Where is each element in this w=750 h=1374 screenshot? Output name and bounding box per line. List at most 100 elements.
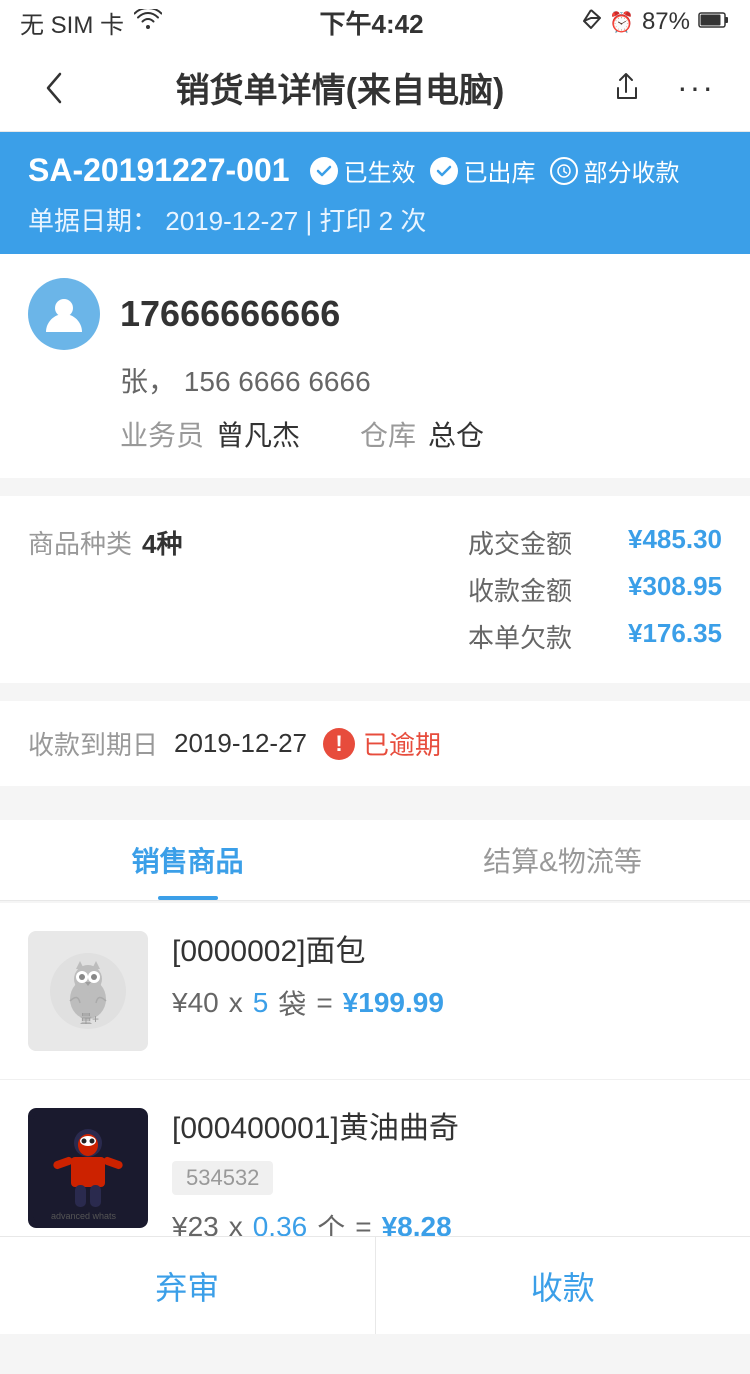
svg-text:advanced whats: advanced whats bbox=[51, 1211, 117, 1221]
deal-amount-label: 成交金额 bbox=[468, 524, 572, 561]
deal-amount-value: ¥485.30 bbox=[592, 524, 722, 561]
clock-icon bbox=[550, 157, 578, 185]
status-bar-right: ⏰ 87% bbox=[581, 8, 730, 37]
tabs-section: 销售商品 结算&物流等 bbox=[0, 820, 750, 901]
products-list: 量+ [0000002]面包 ¥40 x 5 袋 = ¥199.99 bbox=[0, 903, 750, 1276]
product-info-2: [000400001]黄油曲奇 534532 ¥23 x 0.36 个 = ¥8… bbox=[172, 1108, 722, 1247]
check-icon-shipped bbox=[430, 157, 458, 185]
cancel-review-button[interactable]: 弃审 bbox=[0, 1237, 376, 1334]
share-button[interactable] bbox=[596, 58, 656, 118]
nav-bar: 销货单详情(来自电脑) ··· bbox=[0, 44, 750, 132]
badge-partial: 部分收款 bbox=[550, 153, 680, 188]
carrier-text: 无 SIM 卡 bbox=[20, 5, 124, 40]
sales-info: 业务员 曾凡杰 bbox=[120, 414, 300, 454]
status-bar-left: 无 SIM 卡 bbox=[20, 5, 162, 40]
date-label: 单据日期： bbox=[28, 206, 158, 236]
customer-name: 张 bbox=[120, 366, 148, 397]
deal-amount-row: 成交金额 ¥485.30 bbox=[468, 524, 722, 561]
warehouse-value: 总仓 bbox=[428, 414, 484, 454]
product-thumb-1: 量+ bbox=[28, 931, 148, 1051]
product-total-1: ¥199.99 bbox=[343, 987, 444, 1019]
badge-partial-label: 部分收款 bbox=[584, 153, 680, 188]
badge-effective: 已生效 bbox=[310, 153, 416, 188]
collected-row: 收款金额 ¥308.95 bbox=[468, 571, 722, 608]
overdue-badge: ! 已逾期 bbox=[323, 725, 441, 762]
overdue-icon: ! bbox=[323, 728, 355, 760]
overdue-text: 已逾期 bbox=[363, 725, 441, 762]
svg-text:量+: 量+ bbox=[80, 1012, 99, 1026]
collect-button[interactable]: 收款 bbox=[376, 1237, 750, 1334]
warehouse-info: 仓库 总仓 bbox=[360, 414, 484, 454]
sales-label: 业务员 bbox=[120, 414, 204, 454]
customer-main-row: 17666666666 bbox=[28, 278, 722, 350]
order-header-banner: SA-20191227-001 已生效 已出库 bbox=[0, 132, 750, 254]
battery-text: 87% bbox=[642, 8, 690, 36]
stats-category: 商品种类 4种 bbox=[28, 524, 182, 561]
product-info-1: [0000002]面包 ¥40 x 5 袋 = ¥199.99 bbox=[172, 931, 722, 1023]
customer-info-row: 业务员 曾凡杰 仓库 总仓 bbox=[28, 414, 722, 454]
status-time: 下午4:42 bbox=[320, 4, 424, 41]
wifi-icon bbox=[134, 8, 162, 36]
tab-settlement[interactable]: 结算&物流等 bbox=[375, 820, 750, 900]
warehouse-label: 仓库 bbox=[360, 414, 416, 454]
tabs-row: 销售商品 结算&物流等 bbox=[0, 820, 750, 901]
product-name-2: [000400001]黄油曲奇 bbox=[172, 1108, 722, 1150]
page-title: 销货单详情(来自电脑) bbox=[176, 63, 505, 112]
tab-sales-products-label: 销售商品 bbox=[131, 840, 243, 880]
bottom-bar: 弃审 收款 bbox=[0, 1236, 750, 1334]
status-bar: 无 SIM 卡 下午4:42 ⏰ 87% bbox=[0, 0, 750, 44]
product-thumb-2: advanced whats bbox=[28, 1108, 148, 1228]
debt-value: ¥176.35 bbox=[592, 618, 722, 655]
customer-phone-alt: 156 6666 6666 bbox=[184, 366, 371, 397]
back-button[interactable] bbox=[24, 58, 84, 118]
tab-settlement-label: 结算&物流等 bbox=[483, 840, 642, 880]
debt-row: 本单欠款 ¥176.35 bbox=[468, 618, 722, 655]
nav-right-actions: ··· bbox=[596, 58, 726, 118]
product-price-row-1: ¥40 x 5 袋 = ¥199.99 bbox=[172, 983, 722, 1023]
tab-sales-products[interactable]: 销售商品 bbox=[0, 820, 375, 900]
customer-section: 17666666666 张， 156 6666 6666 业务员 曾凡杰 仓库 … bbox=[0, 254, 750, 478]
badge-shipped-label: 已出库 bbox=[464, 153, 536, 188]
print-info: | 打印 2 次 bbox=[305, 206, 426, 236]
due-label: 收款到期日 bbox=[28, 725, 158, 762]
product-thumb-owl: 量+ bbox=[28, 931, 148, 1051]
more-button[interactable]: ··· bbox=[666, 58, 726, 118]
order-date-row: 单据日期： 2019-12-27 | 打印 2 次 bbox=[28, 201, 722, 238]
separator-3 bbox=[0, 788, 750, 804]
battery-icon bbox=[698, 8, 730, 36]
customer-name-phone: 张， 156 6666 6666 bbox=[28, 360, 722, 400]
separator-2 bbox=[0, 685, 750, 701]
order-badges: 已生效 已出库 部分收款 bbox=[310, 153, 680, 188]
debt-label: 本单欠款 bbox=[468, 618, 572, 655]
stats-section: 商品种类 4种 成交金额 ¥485.30 收款金额 ¥308.95 本单欠款 ¥… bbox=[0, 496, 750, 683]
check-icon-effective bbox=[310, 157, 338, 185]
product-thumb-dark: advanced whats bbox=[28, 1108, 148, 1228]
stats-amounts: 成交金额 ¥485.30 收款金额 ¥308.95 本单欠款 ¥176.35 bbox=[468, 524, 722, 655]
collected-label: 收款金额 bbox=[468, 571, 572, 608]
badge-shipped: 已出库 bbox=[430, 153, 536, 188]
product-price-unit-1: ¥40 bbox=[172, 987, 219, 1019]
category-label: 商品种类 bbox=[28, 524, 132, 561]
product-qty-1: 5 bbox=[253, 987, 269, 1019]
location-icon bbox=[581, 8, 601, 37]
customer-phone-display: 17666666666 bbox=[120, 293, 340, 335]
category-value: 4种 bbox=[142, 524, 182, 561]
alarm-icon: ⏰ bbox=[609, 10, 634, 35]
category-count: 商品种类 4种 bbox=[28, 524, 182, 561]
customer-avatar bbox=[28, 278, 100, 350]
collect-label: 收款 bbox=[531, 1263, 595, 1309]
product-qty-unit-1: 袋 bbox=[278, 983, 306, 1023]
product-item: 量+ [0000002]面包 ¥40 x 5 袋 = ¥199.99 bbox=[0, 903, 750, 1080]
product-name-1: [0000002]面包 bbox=[172, 931, 722, 973]
cancel-review-label: 弃审 bbox=[155, 1263, 219, 1309]
order-id-row: SA-20191227-001 已生效 已出库 bbox=[28, 152, 722, 189]
separator-1 bbox=[0, 480, 750, 496]
product-tag-2: 534532 bbox=[172, 1161, 273, 1195]
badge-effective-label: 已生效 bbox=[344, 153, 416, 188]
due-section: 收款到期日 2019-12-27 ! 已逾期 bbox=[0, 701, 750, 786]
collected-value: ¥308.95 bbox=[592, 571, 722, 608]
sales-value: 曾凡杰 bbox=[216, 414, 300, 454]
order-date: 2019-12-27 bbox=[165, 206, 298, 236]
due-date: 2019-12-27 bbox=[174, 728, 307, 759]
order-id: SA-20191227-001 bbox=[28, 152, 290, 189]
